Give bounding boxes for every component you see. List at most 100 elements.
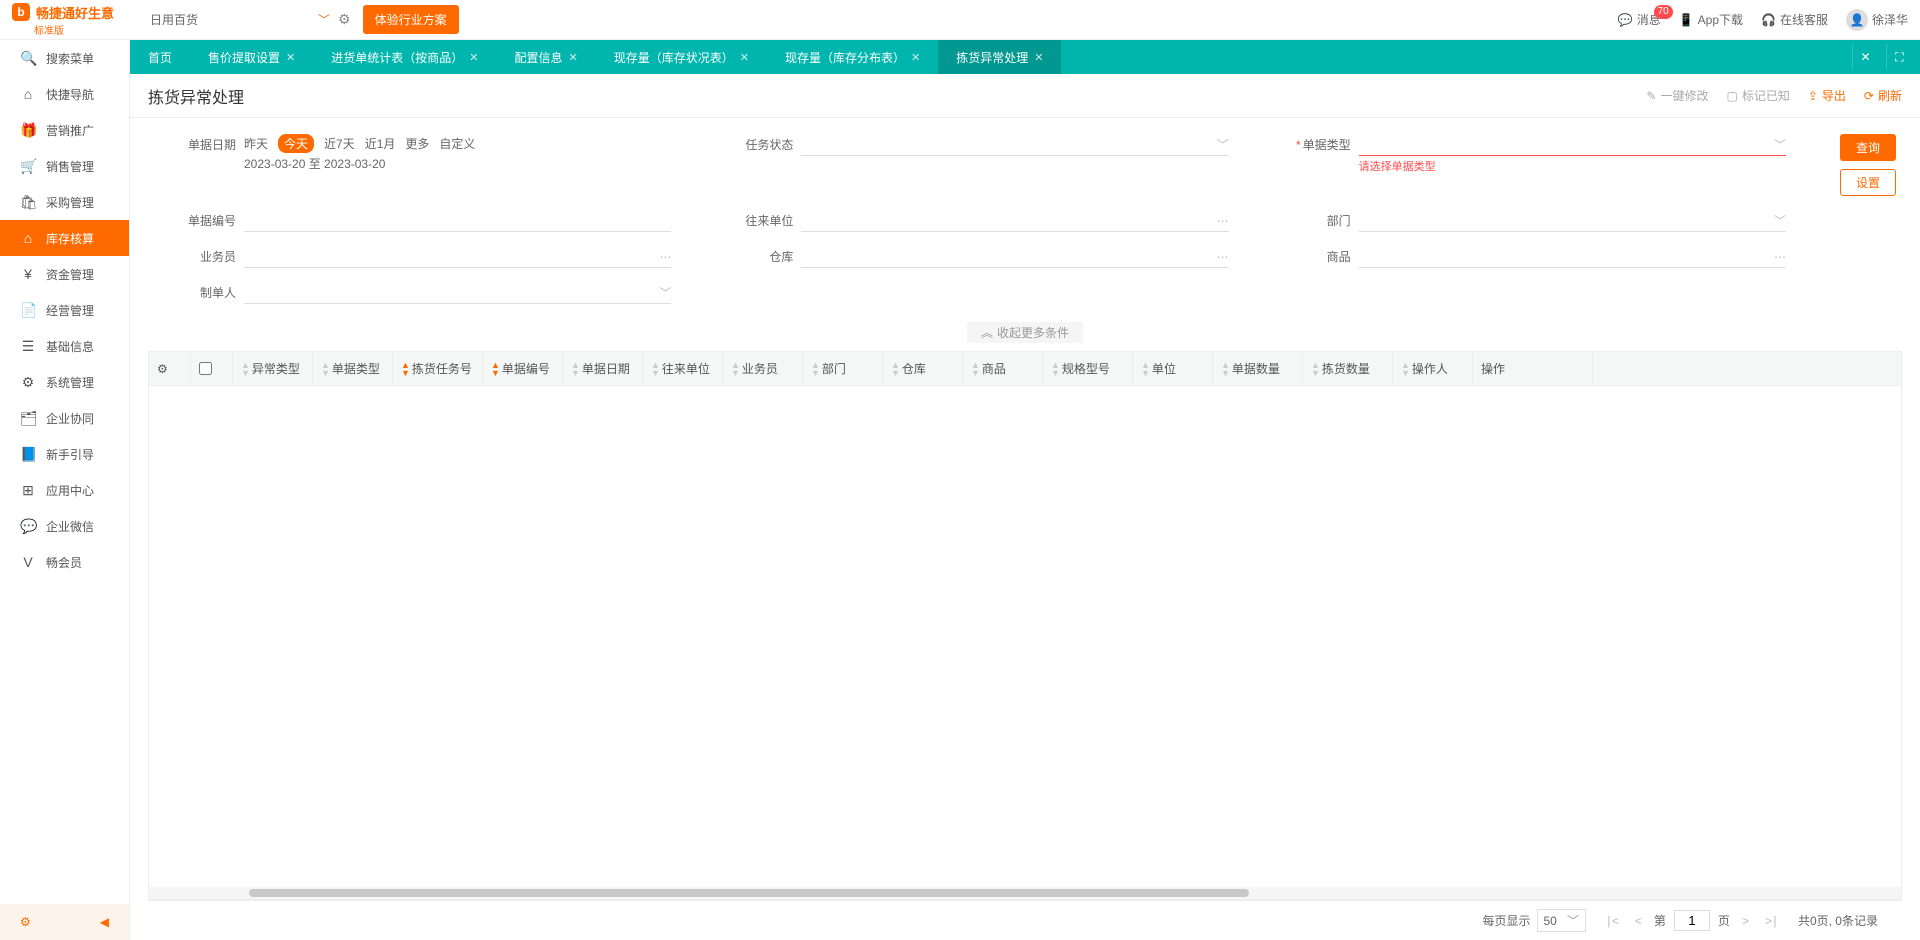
th-sales[interactable]: ▲▼业务员 <box>723 352 803 385</box>
sidebar-item-9[interactable]: ⚙系统管理 <box>0 364 129 400</box>
creator-select[interactable]: ﹀ <box>244 282 671 304</box>
close-all-tabs-button[interactable]: ✕ <box>1852 44 1878 70</box>
gear-icon[interactable]: ⚙ <box>338 11 351 28</box>
sidebar-item-label: 新手引导 <box>46 446 94 463</box>
page-size-select[interactable]: 50 ﹀ <box>1537 909 1586 932</box>
tab-2[interactable]: 进货单统计表（按商品）✕ <box>313 40 496 74</box>
next-page-button[interactable]: > <box>1738 912 1753 930</box>
sidebar-icon: ⌂ <box>20 230 36 246</box>
close-icon[interactable]: ✕ <box>569 51 578 64</box>
sidebar-item-4[interactable]: 🛍采购管理 <box>0 184 129 220</box>
sidebar-item-3[interactable]: 🛒销售管理 <box>0 148 129 184</box>
sidebar-item-12[interactable]: ⊞应用中心 <box>0 472 129 508</box>
category-select[interactable]: 日用百货 ﹀ <box>150 6 330 34</box>
chevron-down-icon: ﹀ <box>1567 912 1579 929</box>
th-exc_type[interactable]: ▲▼异常类型 <box>233 352 313 385</box>
user-menu[interactable]: 👤 徐泽华 <box>1846 9 1908 31</box>
tab-0[interactable]: 首页 <box>130 40 190 74</box>
close-icon[interactable]: ✕ <box>740 51 749 64</box>
close-icon[interactable]: ✕ <box>911 51 920 64</box>
bill-type-select[interactable]: ﹀ <box>1359 134 1786 156</box>
warehouse-select[interactable]: ⋯ <box>801 246 1228 268</box>
horizontal-scrollbar[interactable] <box>149 887 1901 899</box>
th-warehouse[interactable]: ▲▼仓库 <box>883 352 963 385</box>
close-icon[interactable]: ✕ <box>469 51 478 64</box>
th-bill_no[interactable]: ▲▼单据编号 <box>483 352 563 385</box>
tab-1[interactable]: 售价提取设置✕ <box>190 40 313 74</box>
date-opt-3[interactable]: 近1月 <box>365 135 396 152</box>
close-icon[interactable]: ✕ <box>1034 51 1043 64</box>
close-icon[interactable]: ✕ <box>286 51 295 64</box>
th-product[interactable]: ▲▼商品 <box>963 352 1043 385</box>
sidebar-item-5[interactable]: ⌂库存核算 <box>0 220 129 256</box>
th-pick_qty[interactable]: ▲▼拣货数量 <box>1303 352 1393 385</box>
sidebar-item-6[interactable]: ¥资金管理 <box>0 256 129 292</box>
sidebar-item-label: 营销推广 <box>46 122 94 139</box>
message-button[interactable]: 💬 消息 70 <box>1618 11 1661 28</box>
tab-6[interactable]: 拣货异常处理✕ <box>938 40 1061 74</box>
th-bill_type[interactable]: ▲▼单据类型 <box>313 352 393 385</box>
th-label: 拣货数量 <box>1322 360 1370 377</box>
table-body <box>149 386 1901 883</box>
sidebar-item-10[interactable]: 🗂企业协同 <box>0 400 129 436</box>
online-service-link[interactable]: 🎧 在线客服 <box>1761 11 1828 28</box>
fullscreen-button[interactable]: ⛶ <box>1886 44 1912 70</box>
user-name: 徐泽华 <box>1872 11 1908 28</box>
sidebar-item-1[interactable]: ⌂快捷导航 <box>0 76 129 112</box>
sort-icon: ▲▼ <box>1401 361 1410 377</box>
collapse-sidebar-icon[interactable]: ◀ <box>100 915 109 929</box>
prev-page-button[interactable]: < <box>1631 912 1646 930</box>
logo-icon: b <box>12 3 30 21</box>
sidebar-item-11[interactable]: 📘新手引导 <box>0 436 129 472</box>
sidebar-icon: 🗂 <box>20 410 36 427</box>
app-download-link[interactable]: 📱 App下载 <box>1679 11 1743 28</box>
th-spec[interactable]: ▲▼规格型号 <box>1043 352 1133 385</box>
last-page-button[interactable]: >∣ <box>1761 912 1782 930</box>
date-opt-5[interactable]: 自定义 <box>439 135 475 152</box>
select-all-checkbox[interactable] <box>199 362 212 375</box>
tab-4[interactable]: 现存量（库存状况表）✕ <box>596 40 767 74</box>
sidebar-item-2[interactable]: 🎁营销推广 <box>0 112 129 148</box>
sales-select[interactable]: ⋯ <box>244 246 671 268</box>
settings-icon[interactable]: ⚙ <box>20 915 31 929</box>
th-partner[interactable]: ▲▼往来单位 <box>643 352 723 385</box>
product-select[interactable]: ⋯ <box>1359 246 1786 268</box>
sidebar-item-8[interactable]: ☰基础信息 <box>0 328 129 364</box>
sidebar-item-7[interactable]: 📄经营管理 <box>0 292 129 328</box>
tab-5[interactable]: 现存量（库存分布表）✕ <box>767 40 938 74</box>
sidebar-item-label: 应用中心 <box>46 482 94 499</box>
sort-icon: ▲▼ <box>571 361 580 377</box>
sidebar-icon: ⌂ <box>20 86 36 102</box>
date-opt-2[interactable]: 近7天 <box>324 135 355 152</box>
date-opt-4[interactable]: 更多 <box>405 135 429 152</box>
industry-plan-button[interactable]: 体验行业方案 <box>363 5 459 34</box>
th-dept[interactable]: ▲▼部门 <box>803 352 883 385</box>
tab-3[interactable]: 配置信息✕ <box>496 40 595 74</box>
mark-read-button[interactable]: ▢标记已知 <box>1726 87 1789 104</box>
collapse-filter-button[interactable]: ︽收起更多条件 <box>154 318 1896 351</box>
partner-select[interactable]: ⋯ <box>801 210 1228 232</box>
sidebar-item-13[interactable]: 💬企业微信 <box>0 508 129 544</box>
chevron-up-icon: ︽ <box>981 324 993 341</box>
page-number-input[interactable] <box>1674 910 1710 931</box>
date-opt-0[interactable]: 昨天 <box>244 135 268 152</box>
more-icon: ⋯ <box>659 250 671 264</box>
th-pick_task[interactable]: ▲▼拣货任务号 <box>393 352 483 385</box>
query-button[interactable]: 查询 <box>1840 134 1896 161</box>
dept-select[interactable]: ﹀ <box>1359 210 1786 232</box>
th-unit[interactable]: ▲▼单位 <box>1133 352 1213 385</box>
sidebar-item-0[interactable]: 🔍搜索菜单 <box>0 40 129 76</box>
first-page-button[interactable]: ∣< <box>1602 912 1623 930</box>
refresh-button[interactable]: ⟳刷新 <box>1864 87 1902 104</box>
export-button[interactable]: ⇪导出 <box>1808 87 1846 104</box>
th-operator[interactable]: ▲▼操作人 <box>1393 352 1473 385</box>
th-qty[interactable]: ▲▼单据数量 <box>1213 352 1303 385</box>
sidebar-item-14[interactable]: V畅会员 <box>0 544 129 580</box>
th-bill_date[interactable]: ▲▼单据日期 <box>563 352 643 385</box>
task-status-select[interactable]: ﹀ <box>801 134 1228 156</box>
bill-no-input[interactable] <box>244 210 671 232</box>
setting-button[interactable]: 设置 <box>1840 169 1896 196</box>
batch-edit-button[interactable]: ✎一键修改 <box>1646 87 1708 104</box>
date-opt-1[interactable]: 今天 <box>278 134 314 153</box>
sidebar-footer: ⚙ ◀ <box>0 904 129 940</box>
